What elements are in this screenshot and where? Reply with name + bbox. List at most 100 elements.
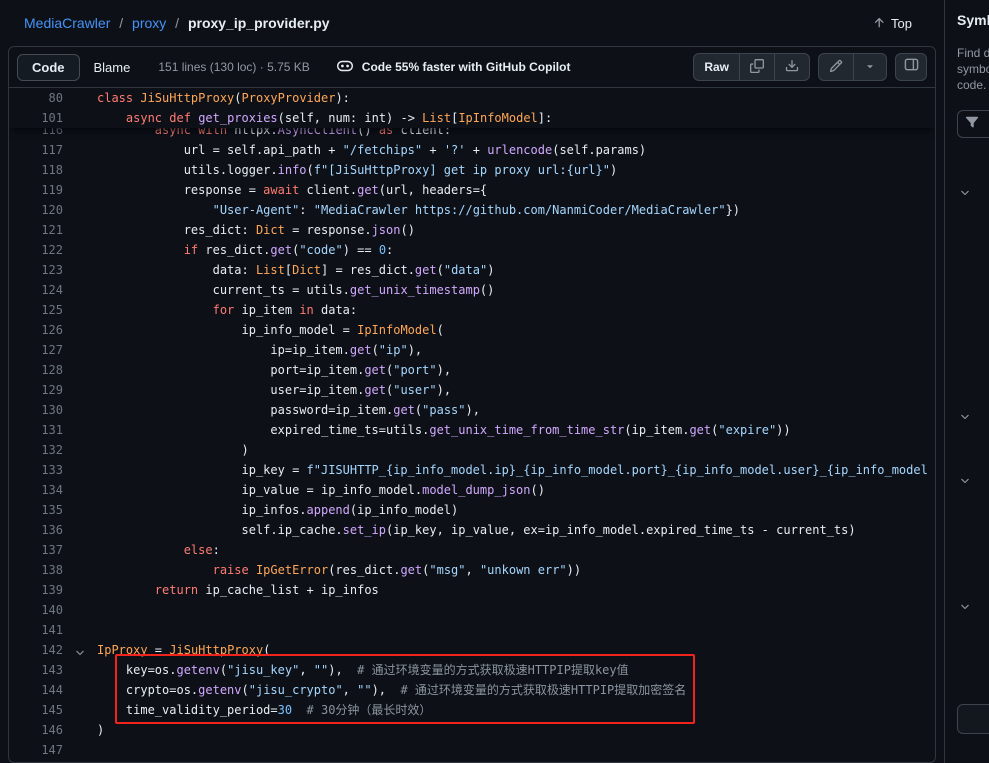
line-gutter — [63, 660, 97, 680]
line-number[interactable]: 126 — [9, 320, 63, 340]
code-text: password=ip_item.get("pass"), — [97, 400, 935, 420]
code-line: 80class JiSuHttpProxy(ProxyProvider): — [9, 88, 935, 108]
code-line: 141 — [9, 620, 935, 640]
symbols-filter-input[interactable] — [985, 116, 989, 132]
line-gutter — [63, 620, 97, 640]
code-line: 101 async def get_proxies(self, num: int… — [9, 108, 935, 128]
line-number[interactable]: 141 — [9, 620, 63, 640]
symbol-group-chevron-icon[interactable] — [959, 410, 971, 428]
line-number[interactable]: 135 — [9, 500, 63, 520]
line-number[interactable]: 124 — [9, 280, 63, 300]
code-line: 128 port=ip_item.get("port"), — [9, 360, 935, 380]
line-number[interactable]: 118 — [9, 160, 63, 180]
back-to-top-button[interactable]: Top — [872, 16, 912, 31]
copy-raw-button[interactable] — [740, 54, 775, 80]
code-text: response = await client.get(url, headers… — [97, 180, 935, 200]
line-number[interactable]: 137 — [9, 540, 63, 560]
code-blame-switch: Code Blame — [17, 54, 144, 81]
line-number[interactable]: 117 — [9, 140, 63, 160]
line-number[interactable]: 119 — [9, 180, 63, 200]
copilot-banner[interactable]: Code 55% faster with GitHub Copilot — [336, 57, 571, 78]
line-number[interactable]: 136 — [9, 520, 63, 540]
tab-code[interactable]: Code — [17, 54, 80, 81]
line-number[interactable]: 132 — [9, 440, 63, 460]
raw-button[interactable]: Raw — [694, 54, 740, 80]
symbols-filter-field[interactable] — [957, 110, 989, 138]
code-line: 137 else: — [9, 540, 935, 560]
line-number[interactable]: 101 — [9, 108, 63, 128]
symbol-group-chevron-icon[interactable] — [959, 474, 971, 492]
edit-file-button[interactable] — [819, 54, 854, 80]
line-number[interactable]: 123 — [9, 260, 63, 280]
line-number[interactable]: 145 — [9, 700, 63, 720]
breadcrumb-file-name: proxy_ip_provider.py — [188, 15, 330, 31]
line-gutter — [63, 520, 97, 540]
line-gutter — [63, 108, 97, 128]
tab-blame[interactable]: Blame — [80, 55, 145, 80]
line-gutter — [63, 540, 97, 560]
line-gutter — [63, 240, 97, 260]
code-text: key=os.getenv("jisu_key", ""), # 通过环境变量的… — [97, 660, 935, 680]
line-number[interactable]: 129 — [9, 380, 63, 400]
line-number[interactable]: 122 — [9, 240, 63, 260]
code-line: 143 key=os.getenv("jisu_key", ""), # 通过环… — [9, 660, 935, 680]
code-view: 80class JiSuHttpProxy(ProxyProvider):101… — [9, 88, 935, 762]
side-panel-icon — [904, 57, 919, 77]
line-number[interactable]: 134 — [9, 480, 63, 500]
line-number[interactable]: 80 — [9, 88, 63, 108]
line-gutter — [63, 340, 97, 360]
line-gutter — [63, 320, 97, 340]
code-line: 138 raise IpGetError(res_dict.get("msg",… — [9, 560, 935, 580]
line-gutter — [63, 500, 97, 520]
line-number[interactable]: 120 — [9, 200, 63, 220]
line-number[interactable]: 146 — [9, 720, 63, 740]
code-text: for ip_item in data: — [97, 300, 935, 320]
line-number[interactable]: 144 — [9, 680, 63, 700]
line-gutter — [63, 380, 97, 400]
line-number[interactable]: 140 — [9, 600, 63, 620]
code-text: ip_infos.append(ip_info_model) — [97, 500, 935, 520]
line-number[interactable]: 128 — [9, 360, 63, 380]
line-gutter — [63, 740, 97, 760]
line-number[interactable]: 139 — [9, 580, 63, 600]
edit-options-dropdown[interactable] — [854, 54, 886, 80]
symbol-group-chevron-icon[interactable] — [959, 186, 971, 204]
line-number[interactable]: 127 — [9, 340, 63, 360]
code-text: return ip_cache_list + ip_infos — [97, 580, 935, 600]
code-text: ip_value = ip_info_model.model_dump_json… — [97, 480, 935, 500]
line-gutter — [63, 700, 97, 720]
line-number[interactable]: 130 — [9, 400, 63, 420]
line-number[interactable]: 116 — [9, 128, 63, 140]
line-number[interactable]: 147 — [9, 740, 63, 760]
code-line: 117 url = self.api_path + "/fetchips" + … — [9, 140, 935, 160]
line-number[interactable]: 142 — [9, 640, 63, 660]
line-number[interactable]: 143 — [9, 660, 63, 680]
line-gutter — [63, 180, 97, 200]
code-text: expired_time_ts=utils.get_unix_time_from… — [97, 420, 935, 440]
line-number[interactable]: 131 — [9, 420, 63, 440]
download-raw-button[interactable] — [775, 54, 809, 80]
code-text: utils.logger.info(f"[JiSuHttpProxy] get … — [97, 160, 935, 180]
raw-copy-download-group: Raw — [693, 53, 810, 81]
line-number[interactable]: 133 — [9, 460, 63, 480]
breadcrumb-separator: / — [119, 15, 123, 31]
breadcrumb: MediaCrawler / proxy / proxy_ip_provider… — [24, 15, 330, 31]
code-line: 122 if res_dict.get("code") == 0: — [9, 240, 935, 260]
breadcrumb-folder-link[interactable]: proxy — [132, 15, 166, 31]
code-line: 144 crypto=os.getenv("jisu_crypto", ""),… — [9, 680, 935, 700]
symbol-list-item[interactable] — [957, 704, 989, 734]
symbols-panel: Symbols Find definitions and references … — [944, 0, 989, 763]
code-line: 123 data: List[Dict] = res_dict.get("dat… — [9, 260, 935, 280]
line-number[interactable]: 138 — [9, 560, 63, 580]
breadcrumb-repo-link[interactable]: MediaCrawler — [24, 15, 110, 31]
symbols-panel-toggle-button[interactable] — [895, 53, 927, 81]
code-line: 139 return ip_cache_list + ip_infos — [9, 580, 935, 600]
code-line: 146) — [9, 720, 935, 740]
line-number[interactable]: 125 — [9, 300, 63, 320]
code-line: 116 async with httpx.AsyncClient() as cl… — [9, 128, 935, 140]
line-number[interactable]: 121 — [9, 220, 63, 240]
symbol-group-chevron-icon[interactable] — [959, 600, 971, 618]
code-text: res_dict: Dict = response.json() — [97, 220, 935, 240]
collapse-chevron-icon[interactable] — [63, 640, 97, 660]
line-gutter — [63, 260, 97, 280]
